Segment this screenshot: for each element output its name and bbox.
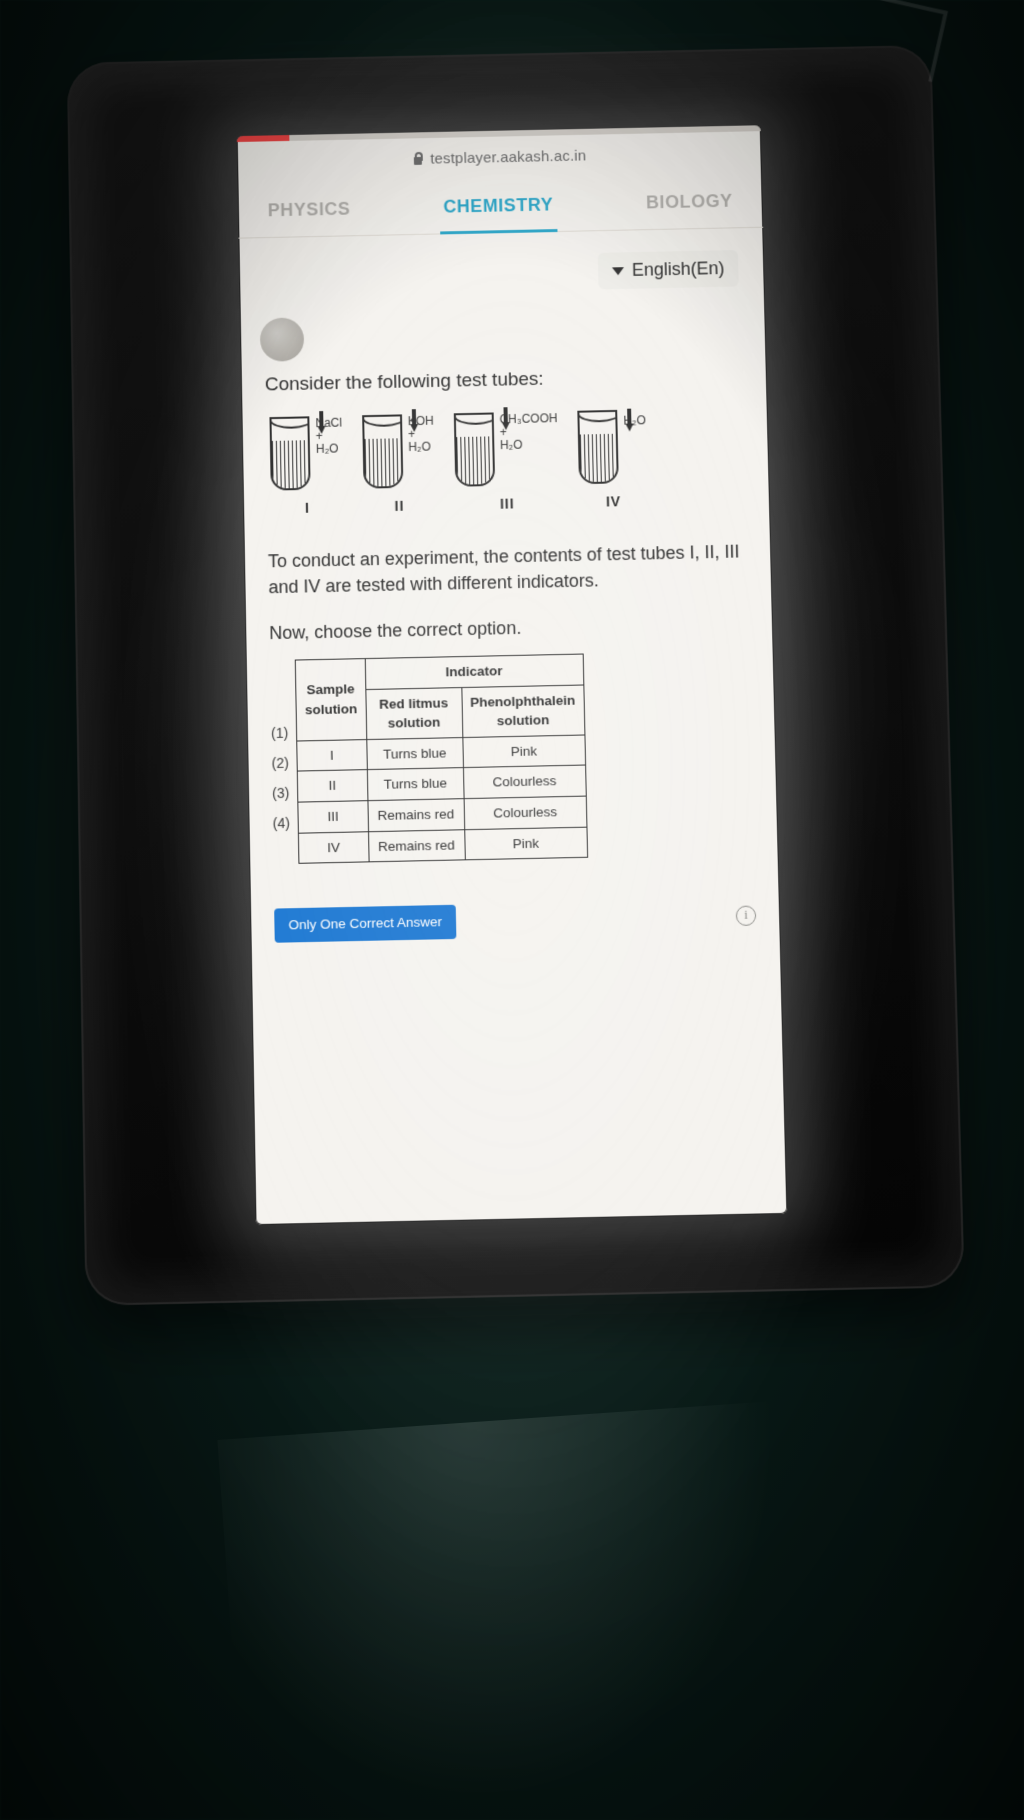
col-indicator-header: Indicator xyxy=(365,654,584,689)
desk-reflection xyxy=(217,1401,802,1819)
tube-solvent: H₂O xyxy=(316,443,343,457)
tube-numeral: IV xyxy=(606,491,622,511)
page-url: testplayer.aakash.ac.in xyxy=(430,147,586,167)
cell-red-litmus: Remains red xyxy=(368,829,465,862)
tube-4: H₂O IV xyxy=(577,409,648,512)
option-number[interactable]: (2) xyxy=(271,748,289,778)
cell-red-litmus: Turns blue xyxy=(367,768,464,801)
answer-table: Sample solution Indicator Red litmus sol… xyxy=(295,654,588,864)
tab-chemistry[interactable]: CHEMISTRY xyxy=(439,187,558,235)
option-number[interactable]: (1) xyxy=(271,718,289,748)
tube-numeral: III xyxy=(500,493,515,513)
chevron-down-icon xyxy=(612,267,624,275)
test-tube-icon xyxy=(577,409,618,483)
tube-2: KOH + H₂O II xyxy=(362,413,436,516)
cell-phenolphthalein: Pink xyxy=(462,735,585,768)
test-tube-icon xyxy=(362,414,403,488)
option-numbers: (1) (2) (3) (4) xyxy=(270,660,290,839)
tab-physics[interactable]: PHYSICS xyxy=(264,191,355,238)
answer-table-wrap: (1) (2) (3) (4) Sample solution Indicato… xyxy=(270,650,755,864)
col-phenolphthalein-header: Phenolphthalein solution xyxy=(461,685,584,738)
cell-red-litmus: Turns blue xyxy=(366,737,463,770)
answer-type-pill: Only One Correct Answer xyxy=(274,905,456,943)
option-number[interactable]: (4) xyxy=(272,808,290,838)
language-label: English(En) xyxy=(632,258,725,281)
test-tube-icon xyxy=(269,416,310,490)
tube-solvent: H₂O xyxy=(500,438,558,452)
col-sample-header: Sample solution xyxy=(295,659,366,741)
test-tube-diagram: NaCl + H₂O I KOH xyxy=(269,407,746,519)
cell-phenolphthalein: Pink xyxy=(464,827,587,860)
table-row[interactable]: IV Remains red Pink xyxy=(299,827,588,864)
tube-numeral: II xyxy=(394,495,404,515)
tube-solvent: H₂O xyxy=(408,441,434,455)
cell-sample: IV xyxy=(299,831,369,863)
test-tube-icon xyxy=(453,412,494,486)
cell-phenolphthalein: Colourless xyxy=(464,796,587,829)
info-icon[interactable]: i xyxy=(736,905,757,926)
lock-icon xyxy=(412,152,424,166)
option-number[interactable]: (3) xyxy=(272,778,290,808)
cell-sample: II xyxy=(297,770,367,802)
question-prompt: Now, choose the correct option. xyxy=(269,610,749,646)
dropper-icon xyxy=(406,409,422,435)
tab-biology[interactable]: BIOLOGY xyxy=(642,183,738,230)
question-number-badge[interactable] xyxy=(260,317,305,361)
question-intro: Consider the following test tubes: xyxy=(265,362,744,399)
subject-tabs: PHYSICS CHEMISTRY BIOLOGY xyxy=(237,169,763,239)
language-dropdown[interactable]: English(En) xyxy=(598,250,739,289)
dropper-icon xyxy=(621,408,638,434)
dropper-icon xyxy=(497,407,513,433)
tablet-screen: testplayer.aakash.ac.in PHYSICS CHEMISTR… xyxy=(237,125,788,1225)
question-body: To conduct an experiment, the contents o… xyxy=(268,538,748,600)
cell-phenolphthalein: Colourless xyxy=(463,765,586,798)
tube-numeral: I xyxy=(305,497,310,517)
question-content: Consider the following test tubes: NaCl … xyxy=(241,361,781,967)
col-red-litmus-header: Red litmus solution xyxy=(365,687,462,739)
tube-1: NaCl + H₂O I xyxy=(269,415,343,518)
cell-sample: I xyxy=(297,739,367,771)
tube-3: CH₃COOH + H₂O III xyxy=(453,411,559,515)
tablet-device: testplayer.aakash.ac.in PHYSICS CHEMISTR… xyxy=(67,45,965,1306)
cell-sample: III xyxy=(298,801,368,833)
cell-red-litmus: Remains red xyxy=(368,799,465,832)
dropper-icon xyxy=(313,411,329,437)
